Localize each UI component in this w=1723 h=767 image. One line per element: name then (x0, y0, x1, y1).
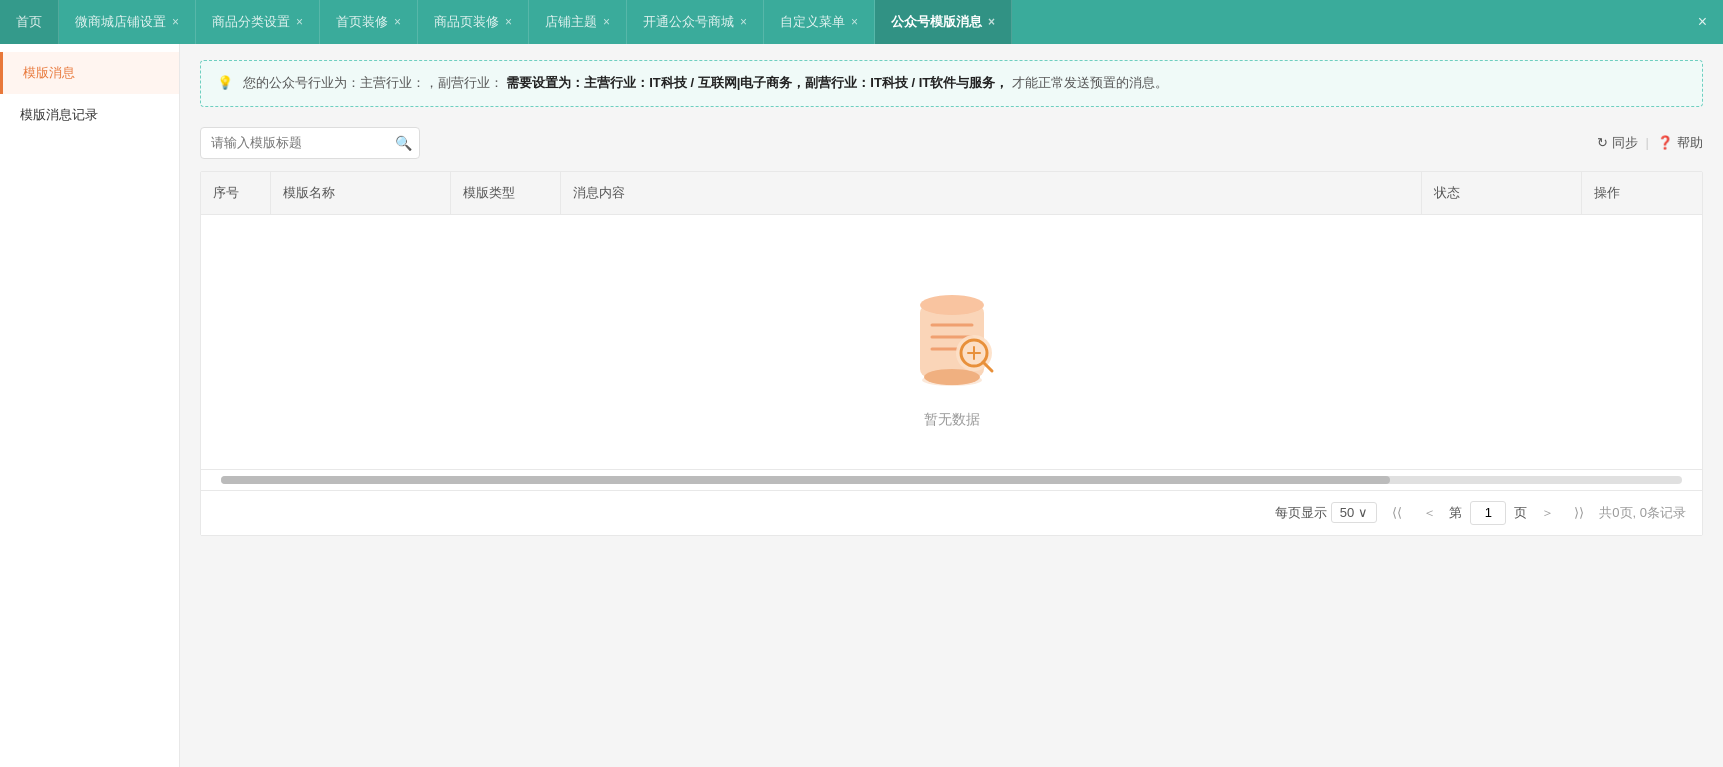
page-unit-label: 页 (1514, 504, 1527, 522)
empty-illustration (892, 275, 1012, 395)
tab-store-theme[interactable]: 店铺主题 × (529, 0, 627, 44)
scrollbar-area (201, 469, 1702, 490)
sidebar: 模版消息 模版消息记录 (0, 44, 180, 767)
toolbar-divider: | (1646, 135, 1649, 150)
help-button[interactable]: ❓ 帮助 (1657, 134, 1703, 152)
close-tab-store-theme[interactable]: × (603, 15, 610, 29)
tab-home-decor[interactable]: 首页装修 × (320, 0, 418, 44)
svg-point-3 (924, 369, 980, 385)
tab-custom-menu[interactable]: 自定义菜单 × (764, 0, 875, 44)
page-label: 第 (1449, 504, 1462, 522)
bulb-icon: 💡 (217, 75, 233, 90)
close-tab-custom-menu[interactable]: × (851, 15, 858, 29)
notice-highlight: 需要设置为：主营行业：IT科技 / 互联网|电子商务，副营行业：IT科技 / I… (506, 75, 1008, 90)
page-number-input[interactable] (1470, 501, 1506, 525)
scrollbar-thumb (221, 476, 1390, 484)
search-input-wrap: 🔍 (200, 127, 420, 159)
empty-state: 暂无数据 (201, 215, 1702, 469)
table-wrap: 序号 模版名称 模版类型 消息内容 状态 操作 (200, 171, 1703, 536)
page-prev-button[interactable]: ＜ (1417, 501, 1441, 525)
toolbar-right: ↻ 同步 | ❓ 帮助 (1597, 134, 1703, 152)
tab-category-settings[interactable]: 商品分类设置 × (196, 0, 320, 44)
tab-bar: 首页 微商城店铺设置 × 商品分类设置 × 首页装修 × 商品页装修 × 店铺主… (0, 0, 1723, 44)
close-tab-mp-template-msg[interactable]: × (988, 15, 995, 29)
close-tab-category-settings[interactable]: × (296, 15, 303, 29)
page-size-dropdown[interactable]: 50 ∨ (1331, 502, 1377, 523)
notice-banner: 💡 您的公众号行业为：主营行业：，副营行业： 需要设置为：主营行业：IT科技 /… (200, 60, 1703, 107)
search-input[interactable] (200, 127, 420, 159)
page-size-label: 每页显示 (1275, 504, 1327, 522)
page-last-button[interactable]: ⟩⟩ (1567, 501, 1591, 525)
sync-button[interactable]: ↻ 同步 (1597, 134, 1638, 152)
sync-icon: ↻ (1597, 135, 1608, 150)
search-icon[interactable]: 🔍 (395, 135, 412, 151)
tab-product-decor[interactable]: 商品页装修 × (418, 0, 529, 44)
close-tab-home-decor[interactable]: × (394, 15, 401, 29)
main-layout: 模版消息 模版消息记录 💡 您的公众号行业为：主营行业：，副营行业： 需要设置为… (0, 44, 1723, 767)
page-size-select: 每页显示 50 ∨ (1275, 502, 1377, 523)
col-type: 模版类型 (451, 172, 561, 214)
tab-bar-close-all[interactable]: × (1682, 13, 1723, 31)
col-content: 消息内容 (561, 172, 1422, 214)
close-tab-weshop-settings[interactable]: × (172, 15, 179, 29)
close-tab-product-decor[interactable]: × (505, 15, 512, 29)
sidebar-item-template-msg[interactable]: 模版消息 (0, 52, 179, 94)
search-bar: 🔍 ↻ 同步 | ❓ 帮助 (200, 127, 1703, 159)
col-action: 操作 (1582, 172, 1702, 214)
page-size-value: 50 (1340, 505, 1354, 520)
tab-home[interactable]: 首页 (0, 0, 59, 44)
tab-open-mp-store[interactable]: 开通公众号商城 × (627, 0, 764, 44)
col-name: 模版名称 (271, 172, 451, 214)
table-header: 序号 模版名称 模版类型 消息内容 状态 操作 (201, 172, 1702, 215)
page-next-button[interactable]: ＞ (1535, 501, 1559, 525)
sidebar-item-template-msg-record[interactable]: 模版消息记录 (0, 94, 179, 136)
col-status: 状态 (1422, 172, 1582, 214)
pagination: 每页显示 50 ∨ ⟨⟨ ＜ 第 页 ＞ ⟩⟩ 共0页, 0条记录 (201, 490, 1702, 535)
pagination-total: 共0页, 0条记录 (1599, 504, 1686, 522)
empty-text: 暂无数据 (924, 411, 980, 429)
content-area: 💡 您的公众号行业为：主营行业：，副营行业： 需要设置为：主营行业：IT科技 /… (180, 44, 1723, 767)
svg-point-2 (920, 295, 984, 315)
close-tab-open-mp-store[interactable]: × (740, 15, 747, 29)
help-icon: ❓ (1657, 135, 1673, 150)
tab-mp-template-msg[interactable]: 公众号模版消息 × (875, 0, 1012, 44)
page-first-button[interactable]: ⟨⟨ (1385, 501, 1409, 525)
col-index: 序号 (201, 172, 271, 214)
scrollbar-track[interactable] (221, 476, 1682, 484)
tab-weshop-settings[interactable]: 微商城店铺设置 × (59, 0, 196, 44)
chevron-down-icon: ∨ (1358, 505, 1368, 520)
